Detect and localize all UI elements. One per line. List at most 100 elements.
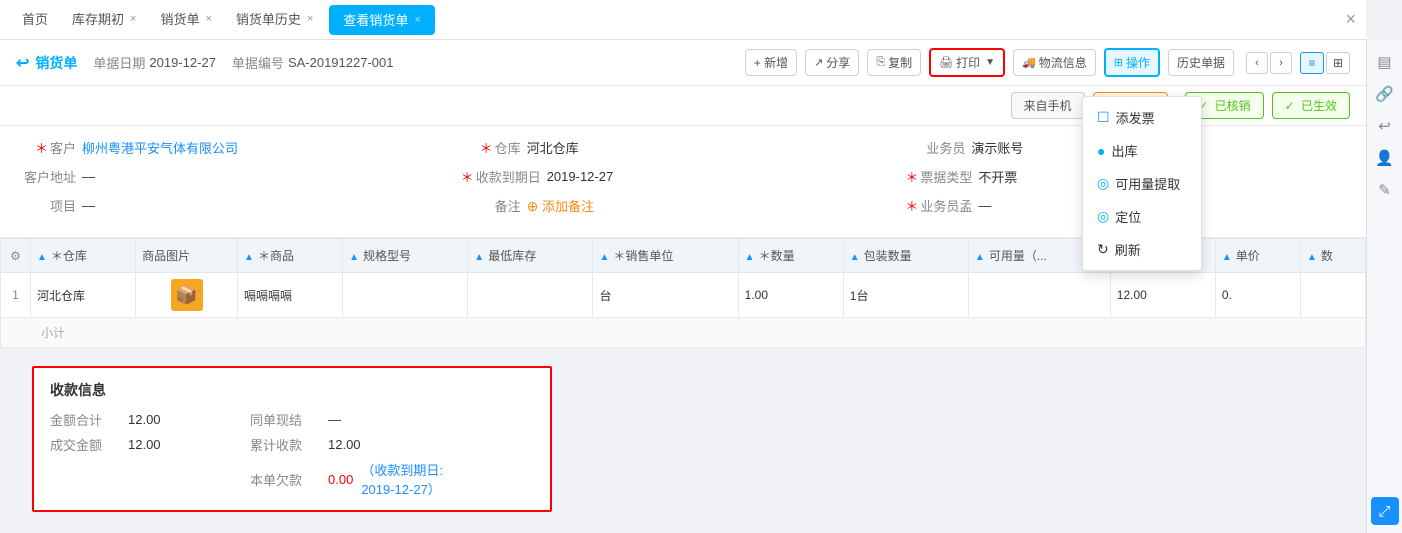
address-value: — — [82, 169, 95, 184]
th-image: 商品图片 — [136, 239, 238, 273]
same-order-row: 同单现结 — — [250, 410, 450, 429]
payment-date-value: 2019-12-27 — [547, 169, 614, 184]
subtotal-row: 小计 — [1, 318, 1366, 348]
row-warehouse: 河北仓库 — [31, 273, 136, 318]
next-record-button[interactable]: › — [1270, 52, 1292, 74]
staff-value: 演示账号 — [971, 138, 1023, 157]
doc-number-meta: 单据编号 SA-20191227-001 — [232, 53, 394, 72]
locate-icon: ◎ — [1097, 208, 1109, 225]
prev-record-button[interactable]: ‹ — [1246, 52, 1268, 74]
project-value: — — [82, 198, 95, 213]
cumulative-receipt-row: 累计收款 12.00 — [250, 435, 450, 454]
th-amount: ▲数 — [1300, 239, 1365, 273]
row-unit: 台 — [593, 273, 738, 318]
print-button[interactable]: 🖨 打印 ▼ — [929, 48, 1005, 77]
same-order-value: — — [328, 412, 341, 427]
tab-sales-order[interactable]: 销货单 × — [148, 0, 223, 40]
add-note-button[interactable]: ⊕ 添加备注 — [527, 196, 594, 215]
close-tab-view-sales[interactable]: × — [414, 14, 420, 26]
close-tab-sales-order[interactable]: × — [205, 13, 211, 25]
ticket-type-value: 不开票 — [978, 167, 1017, 186]
list-view-button[interactable]: ≡ — [1300, 52, 1324, 74]
dropdown-outbound[interactable]: ● 出库 — [1083, 134, 1201, 167]
due-date-text: （收款到期日: 2019-12-27） — [361, 460, 450, 498]
history-button[interactable]: 历史单据 — [1168, 49, 1234, 76]
tab-view-sales[interactable]: 查看销货单 × — [329, 5, 434, 35]
row-current-stock: 12.00 — [1110, 273, 1215, 318]
available-qty-icon: ◎ — [1097, 175, 1109, 192]
tab-sales-history[interactable]: 销货单历史 × — [224, 0, 325, 40]
subtotal-label: 小计 — [1, 318, 1366, 348]
view-toggle: ≡ ⊞ — [1300, 52, 1350, 74]
sidebar-icon-expand[interactable]: ⤢ — [1371, 497, 1399, 525]
amount-total-row: 金额合计 12.00 — [50, 410, 250, 429]
row-min-stock — [468, 273, 593, 318]
right-sidebar: ▤ 🔗 ↩ 👤 ✎ ⤢ — [1366, 40, 1402, 533]
grid-view-button[interactable]: ⊞ — [1326, 52, 1350, 74]
th-spec: ▲规格型号 — [343, 239, 468, 273]
tab-inventory-init[interactable]: 库存期初 × — [60, 0, 148, 40]
sidebar-icon-user[interactable]: 👤 — [1371, 144, 1399, 172]
th-unit-price: ▲单价 — [1215, 239, 1300, 273]
customer-value[interactable]: 柳州粤港平安气体有限公司 — [82, 138, 238, 157]
note-field: 备注 ⊕ 添加备注 — [461, 196, 906, 215]
doc-actions: + 新增 ↗ 分享 ⎘ 复制 🖨 打印 ▼ 🚚 物流信息 ⊞ 操作 — [745, 48, 1350, 77]
doc-header: ↩ 销货单 单据日期 2019-12-27 单据编号 SA-20191227-0… — [0, 40, 1366, 86]
summary-box: 收款信息 金额合计 12.00 同单现结 — 成交金额 12.00 累计收款 1… — [32, 366, 552, 512]
row-spec — [343, 273, 468, 318]
dropdown-add-invoice[interactable]: ☐ 添发票 — [1083, 101, 1201, 134]
new-button[interactable]: + 新增 — [745, 49, 797, 76]
operation-button[interactable]: ⊞ 操作 — [1104, 48, 1160, 77]
customer-field: ＊客户 柳州粤港平安气体有限公司 — [16, 138, 461, 157]
doc-date-meta: 单据日期 2019-12-27 — [93, 53, 216, 72]
doc-title: ↩ 销货单 — [16, 53, 77, 73]
operation-dropdown: ☐ 添发票 ● 出库 ◎ 可用量提取 ◎ 定位 ↻ 刷新 — [1082, 96, 1202, 271]
sidebar-icon-return[interactable]: ↩ — [1371, 112, 1399, 140]
th-unit: ▲＊销售单位 — [593, 239, 738, 273]
nav-arrows: ‹ › — [1246, 52, 1292, 74]
dropdown-available-qty[interactable]: ◎ 可用量提取 — [1083, 167, 1201, 200]
logistics-button[interactable]: 🚚 物流信息 — [1013, 49, 1096, 76]
order-balance-value: 0.00 — [328, 472, 353, 487]
cumulative-receipt-value: 12.00 — [328, 437, 361, 452]
transaction-amount-row: 成交金额 12.00 — [50, 435, 250, 454]
effective-button[interactable]: ✓ 已生效 — [1272, 92, 1350, 119]
add-invoice-icon: ☐ — [1097, 109, 1110, 126]
sidebar-icon-link[interactable]: 🔗 — [1371, 80, 1399, 108]
from-phone-button[interactable]: 来自手机 — [1011, 92, 1085, 119]
row-qty: 1.00 — [738, 273, 843, 318]
th-settings: ⚙ — [1, 239, 31, 273]
sidebar-icon-1[interactable]: ▤ — [1371, 48, 1399, 76]
row-amount — [1300, 273, 1365, 318]
payment-date-field: ＊收款到期日 2019-12-27 — [461, 167, 906, 186]
project-field: 项目 — — [16, 196, 461, 215]
window-close-button[interactable]: × — [1345, 9, 1356, 30]
amount-total-value: 12.00 — [128, 412, 161, 427]
share-button[interactable]: ↗ 分享 — [805, 49, 859, 76]
th-product: ▲＊商品 — [238, 239, 343, 273]
row-pack-qty: 1台 — [843, 273, 968, 318]
row-num: 1 — [1, 273, 31, 318]
row-image: 📦 — [136, 273, 238, 318]
row-available — [968, 273, 1110, 318]
row-product: 嗝嗝嗝嗝 — [238, 273, 343, 318]
tab-bar: 首页 库存期初 × 销货单 × 销货单历史 × 查看销货单 × × — [0, 0, 1366, 40]
address-field: 客户地址 — — [16, 167, 461, 186]
transaction-amount-value: 12.00 — [128, 437, 161, 452]
th-min-stock: ▲最低库存 — [468, 239, 593, 273]
copy-button[interactable]: ⎘ 复制 — [867, 49, 921, 76]
table-row: 1 河北仓库 📦 嗝嗝嗝嗝 台 1.00 1台 12.00 0. — [1, 273, 1366, 318]
order-balance-row: 本单欠款 0.00 （收款到期日: 2019-12-27） — [250, 460, 450, 498]
summary-area: 收款信息 金额合计 12.00 同单现结 — 成交金额 12.00 累计收款 1… — [0, 348, 1366, 530]
dropdown-locate[interactable]: ◎ 定位 — [1083, 200, 1201, 233]
warehouse-value: 河北仓库 — [527, 138, 579, 157]
th-qty: ▲＊数量 — [738, 239, 843, 273]
sidebar-icon-edit[interactable]: ✎ — [1371, 176, 1399, 204]
tab-home[interactable]: 首页 — [10, 0, 60, 40]
close-tab-inventory-init[interactable]: × — [130, 13, 136, 25]
th-warehouse: ▲＊仓库 — [31, 239, 136, 273]
close-tab-sales-history[interactable]: × — [307, 13, 313, 25]
row-unit-price: 0. — [1215, 273, 1300, 318]
refresh-icon: ↻ — [1097, 241, 1109, 258]
dropdown-refresh[interactable]: ↻ 刷新 — [1083, 233, 1201, 266]
